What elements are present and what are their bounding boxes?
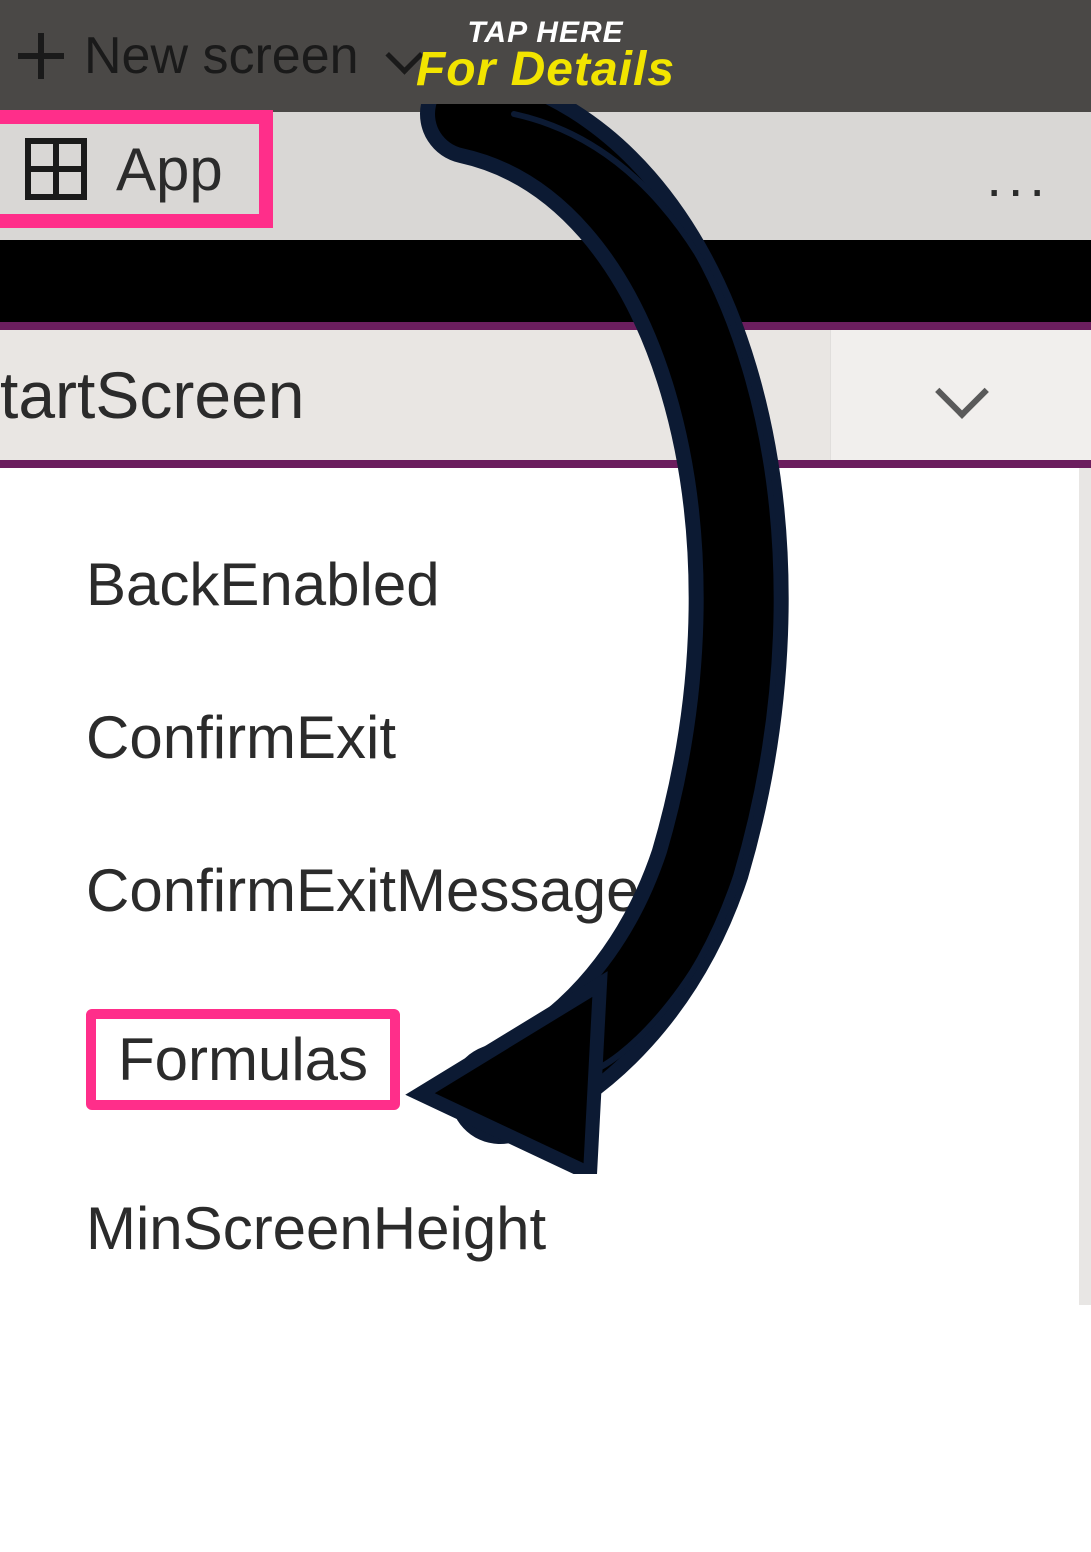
- plus-icon: [18, 33, 64, 79]
- more-icon[interactable]: ...: [986, 144, 1051, 209]
- property-item-label: MinScreenHeight: [86, 1195, 546, 1262]
- app-row: App ...: [0, 112, 1091, 240]
- tap-overlay[interactable]: TAP HERE For Details: [416, 18, 675, 94]
- app-label: App: [116, 135, 223, 204]
- property-list: BackEnabled ConfirmExit ConfirmExitMessage…: [0, 468, 1091, 1305]
- app-grid-icon: [24, 137, 88, 201]
- property-item-label: ConfirmExitMessage: [86, 857, 640, 924]
- property-item-label: BackEnabled: [86, 551, 440, 618]
- app-tree-item[interactable]: App: [0, 110, 273, 228]
- chevron-down-icon: [933, 367, 989, 423]
- property-current-label: tartScreen: [0, 357, 304, 433]
- property-dropdown-toggle[interactable]: [831, 330, 1091, 460]
- property-item-confirmexitmessage[interactable]: ConfirmExitMessage: [0, 814, 1091, 967]
- tap-here-line2: For Details: [416, 46, 675, 94]
- black-divider: [0, 240, 1091, 322]
- property-current[interactable]: tartScreen: [0, 330, 831, 460]
- property-item-minscreenheight[interactable]: MinScreenHeight: [0, 1152, 1091, 1305]
- property-item-backenabled[interactable]: BackEnabled: [0, 508, 1091, 661]
- property-item-confirmexit[interactable]: ConfirmExit: [0, 661, 1091, 814]
- property-item-label: ConfirmExit: [86, 704, 396, 771]
- property-item-label: Formulas: [86, 1009, 400, 1110]
- new-screen-button[interactable]: New screen: [0, 26, 421, 86]
- property-selector-bar: tartScreen: [0, 322, 1091, 468]
- new-screen-label: New screen: [84, 26, 359, 86]
- top-banner: New screen TAP HERE For Details: [0, 0, 1091, 112]
- property-item-formulas[interactable]: Formulas: [0, 967, 1091, 1152]
